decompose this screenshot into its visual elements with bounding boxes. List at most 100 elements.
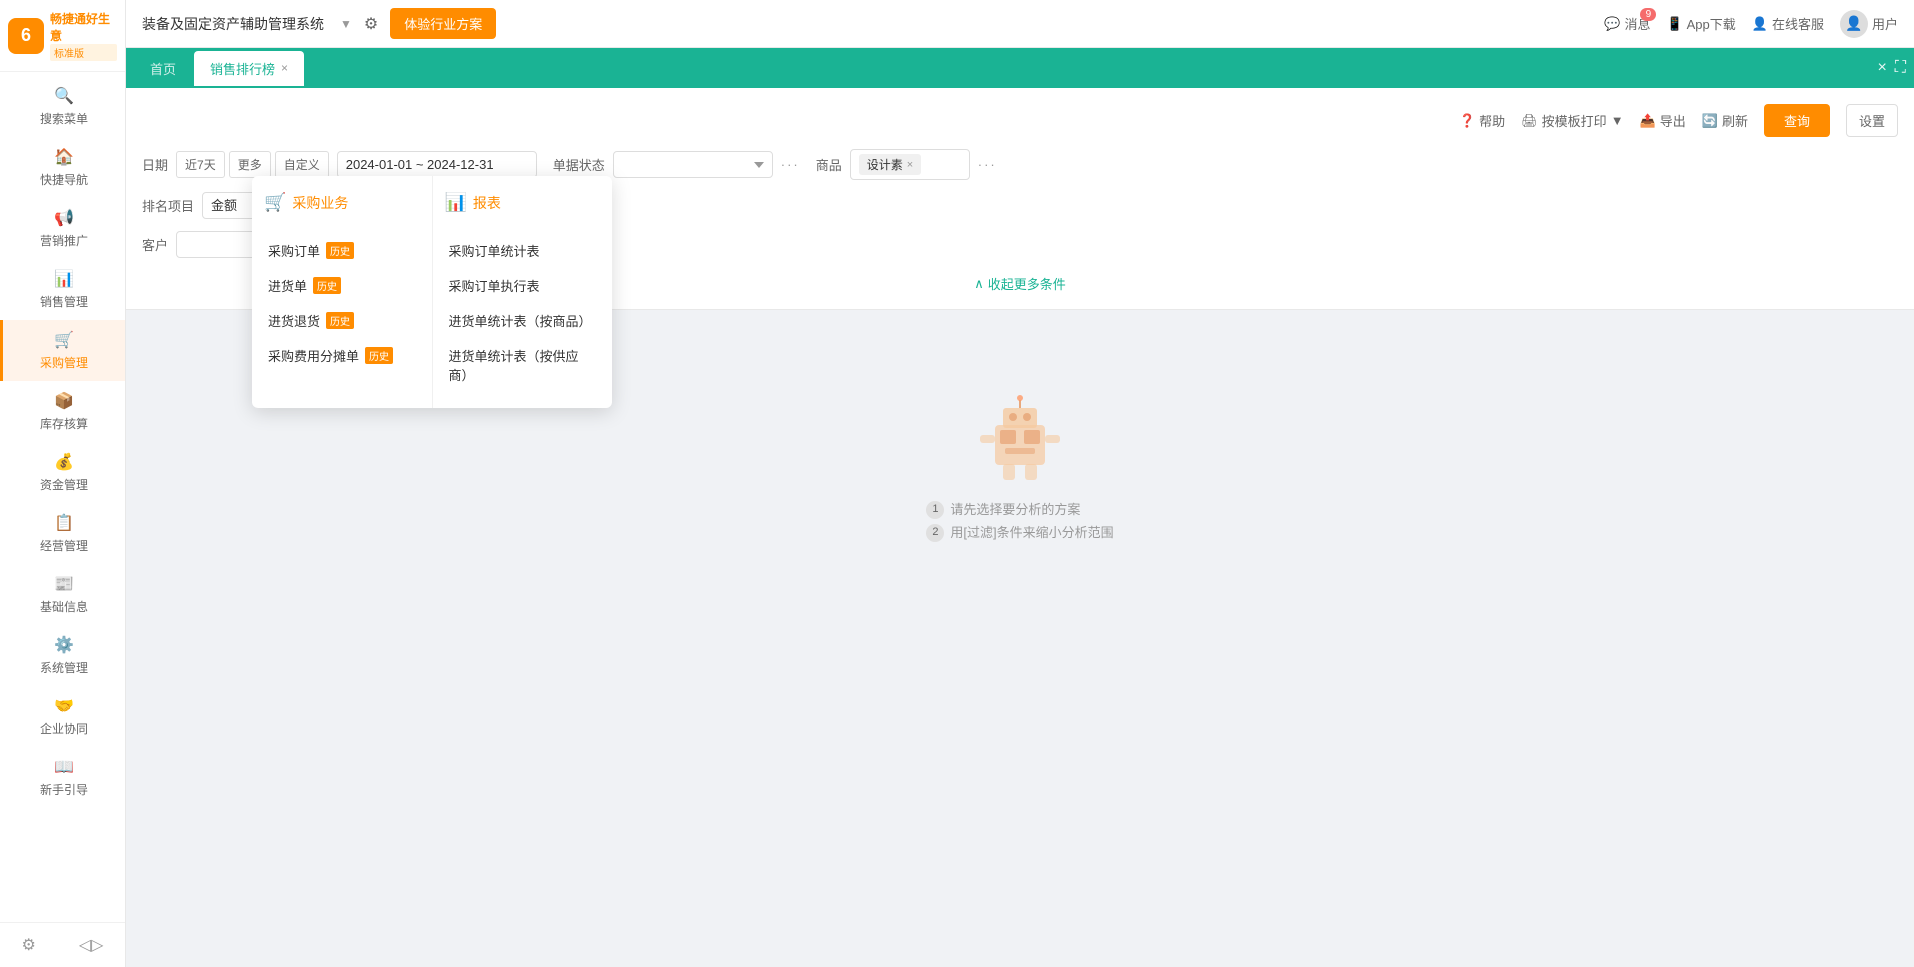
- enterprise-label: 企业协同: [40, 720, 88, 737]
- settings-icon[interactable]: ⚙: [22, 935, 36, 955]
- collapse-icon[interactable]: ◁▷: [79, 935, 104, 955]
- tab-fullscreen-icon[interactable]: ⛶: [1895, 59, 1906, 77]
- sidebar-item-enterprise[interactable]: 🤝 企业协同: [0, 686, 125, 747]
- purchase-dropdown-menu: 🛒 采购业务 采购订单 历史 进货单 历史 进货退货: [252, 176, 612, 408]
- product-tag: 设计素 ×: [859, 154, 921, 175]
- purchase-expense-label: 采购费用分摊单: [268, 346, 359, 365]
- app-container: 6 畅捷通好生意 标准版 🔍 搜索菜单 🏠 快捷导航 📢 营销推广 📊 销售管理…: [0, 0, 1914, 967]
- query-button[interactable]: 查询: [1764, 104, 1830, 137]
- dropdown-columns: 🛒 采购业务 采购订单 历史 进货单 历史 进货退货: [252, 176, 612, 408]
- operations-label: 经营管理: [40, 537, 88, 554]
- date-custom-button[interactable]: 自定义: [275, 151, 329, 178]
- tab-home[interactable]: 首页: [134, 51, 192, 86]
- status-select[interactable]: [613, 151, 773, 178]
- tab-home-label: 首页: [150, 59, 176, 78]
- purchase-business-column: 🛒 采购业务 采购订单 历史 进货单 历史 进货退货: [252, 176, 433, 408]
- collapse-button[interactable]: ∧ 收起更多条件: [974, 274, 1066, 293]
- purchase-order-history-badge: 历史: [326, 242, 354, 259]
- search-icon: 🔍: [54, 86, 74, 106]
- filter-toolbar: ❓ 帮助 🖨 按模板打印 ▼ 📤 导出 🔄: [1459, 111, 1748, 130]
- tip2-num: 2: [926, 524, 944, 542]
- user-label: 用户: [1872, 14, 1898, 33]
- sidebar-item-purchase[interactable]: 🛒 采购管理: [0, 320, 125, 381]
- sidebar-item-basic-info[interactable]: 📰 基础信息: [0, 564, 125, 625]
- help-button[interactable]: ❓ 帮助: [1459, 111, 1505, 130]
- tab-close-all-icon[interactable]: ×: [1877, 59, 1886, 77]
- settings-button[interactable]: 设置: [1846, 104, 1898, 137]
- user-avatar: 👤: [1840, 10, 1868, 38]
- date-range-input[interactable]: [337, 151, 537, 178]
- sidebar-item-marketing[interactable]: 📢 营销推广: [0, 198, 125, 259]
- product-tag-close-icon[interactable]: ×: [907, 159, 913, 171]
- sidebar-item-sales[interactable]: 📊 销售管理: [0, 259, 125, 320]
- purchase-col-label: 采购业务: [292, 193, 348, 213]
- collapse-up-icon: ∧: [974, 276, 984, 292]
- product-filter-group: 商品 设计素 × ···: [816, 149, 997, 180]
- incoming-stats-supplier-item[interactable]: 进货单统计表（按供应商）: [445, 338, 601, 392]
- purchase-column-title: 🛒 采购业务: [264, 192, 420, 221]
- logo-icon: 6: [8, 18, 44, 54]
- empty-tip-2: 2 用[过滤]条件来缩小分析范围: [926, 521, 1113, 544]
- product-dots[interactable]: ···: [978, 157, 997, 172]
- guide-icon: 📖: [54, 757, 74, 777]
- purchase-expense-item[interactable]: 采购费用分摊单 历史: [264, 338, 420, 373]
- sidebar-nav: 🔍 搜索菜单 🏠 快捷导航 📢 营销推广 📊 销售管理 🛒 采购管理 📦 库存核…: [0, 72, 125, 922]
- industry-button[interactable]: 体验行业方案: [390, 8, 496, 39]
- date-filter-group: 日期 近7天 更多 自定义: [142, 151, 537, 178]
- refresh-icon: 🔄: [1702, 113, 1718, 129]
- print-dropdown-icon[interactable]: ▼: [1611, 113, 1624, 128]
- status-label: 单据状态: [553, 155, 605, 174]
- tab-sales-rank[interactable]: 销售排行榜 ×: [194, 51, 304, 86]
- dropdown-arrow-icon[interactable]: ▼: [340, 17, 352, 31]
- print-button[interactable]: 🖨 按模板打印 ▼: [1521, 111, 1623, 130]
- date-more-button[interactable]: 更多: [229, 151, 271, 178]
- incoming-order-history-badge: 历史: [313, 277, 341, 294]
- system-title: 装备及固定资产辅助管理系统: [142, 14, 324, 34]
- tip1-text: 请先选择要分析的方案: [950, 498, 1080, 521]
- export-button[interactable]: 📤 导出: [1640, 111, 1686, 130]
- incoming-stats-supplier-label: 进货单统计表（按供应商）: [449, 346, 597, 384]
- purchase-order-exec-label: 采购订单执行表: [449, 276, 540, 295]
- sidebar-item-inventory[interactable]: 📦 库存核算: [0, 381, 125, 442]
- tab-sales-rank-label: 销售排行榜: [210, 59, 275, 78]
- date-label: 日期: [142, 155, 168, 174]
- purchase-label: 采购管理: [40, 354, 88, 371]
- export-icon: 📤: [1640, 113, 1656, 129]
- product-label: 商品: [816, 155, 842, 174]
- tab-close-icon[interactable]: ×: [281, 61, 288, 75]
- quick-nav-icon: 🏠: [54, 147, 74, 167]
- incoming-order-item[interactable]: 进货单 历史: [264, 268, 420, 303]
- system-icon: ⚙️: [54, 635, 74, 655]
- date-7days-button[interactable]: 近7天: [176, 151, 225, 178]
- finance-label: 资金管理: [40, 476, 88, 493]
- operations-icon: 📋: [54, 513, 74, 533]
- incoming-stats-product-item[interactable]: 进货单统计表（按商品）: [445, 303, 601, 338]
- purchase-order-exec-item[interactable]: 采购订单执行表: [445, 268, 601, 303]
- sidebar-item-operations[interactable]: 📋 经营管理: [0, 503, 125, 564]
- mobile-icon: 📱: [1666, 16, 1682, 32]
- purchase-order-item[interactable]: 采购订单 历史: [264, 233, 420, 268]
- gear-icon[interactable]: ⚙: [364, 14, 378, 34]
- enterprise-icon: 🤝: [54, 696, 74, 716]
- purchase-order-stats-item[interactable]: 采购订单统计表: [445, 233, 601, 268]
- purchase-icon: 🛒: [54, 330, 74, 350]
- sidebar-item-search[interactable]: 🔍 搜索菜单: [0, 76, 125, 137]
- sidebar-item-quick-nav[interactable]: 🏠 快捷导航: [0, 137, 125, 198]
- app-download-label: App下载: [1687, 14, 1736, 33]
- reports-col-label: 报表: [473, 193, 501, 213]
- sidebar-item-guide[interactable]: 📖 新手引导: [0, 747, 125, 808]
- app-download-group[interactable]: 📱 App下载: [1666, 14, 1735, 33]
- online-service-label: 在线客服: [1772, 14, 1824, 33]
- main-area: 装备及固定资产辅助管理系统 ▼ ⚙ 体验行业方案 💬 消息 9 📱 App下载 …: [126, 0, 1914, 967]
- message-group[interactable]: 💬 消息 9: [1604, 14, 1650, 33]
- sidebar-item-system[interactable]: ⚙️ 系统管理: [0, 625, 125, 686]
- user-group[interactable]: 👤 用户: [1840, 10, 1898, 38]
- inventory-icon: 📦: [54, 391, 74, 411]
- refresh-button[interactable]: 🔄 刷新: [1702, 111, 1748, 130]
- marketing-label: 营销推广: [40, 232, 88, 249]
- status-dots[interactable]: ···: [781, 157, 800, 172]
- return-goods-item[interactable]: 进货退货 历史: [264, 303, 420, 338]
- tab-right-actions: × ⛶: [1877, 59, 1906, 77]
- sidebar-item-finance[interactable]: 💰 资金管理: [0, 442, 125, 503]
- online-service-group[interactable]: 👤 在线客服: [1752, 14, 1824, 33]
